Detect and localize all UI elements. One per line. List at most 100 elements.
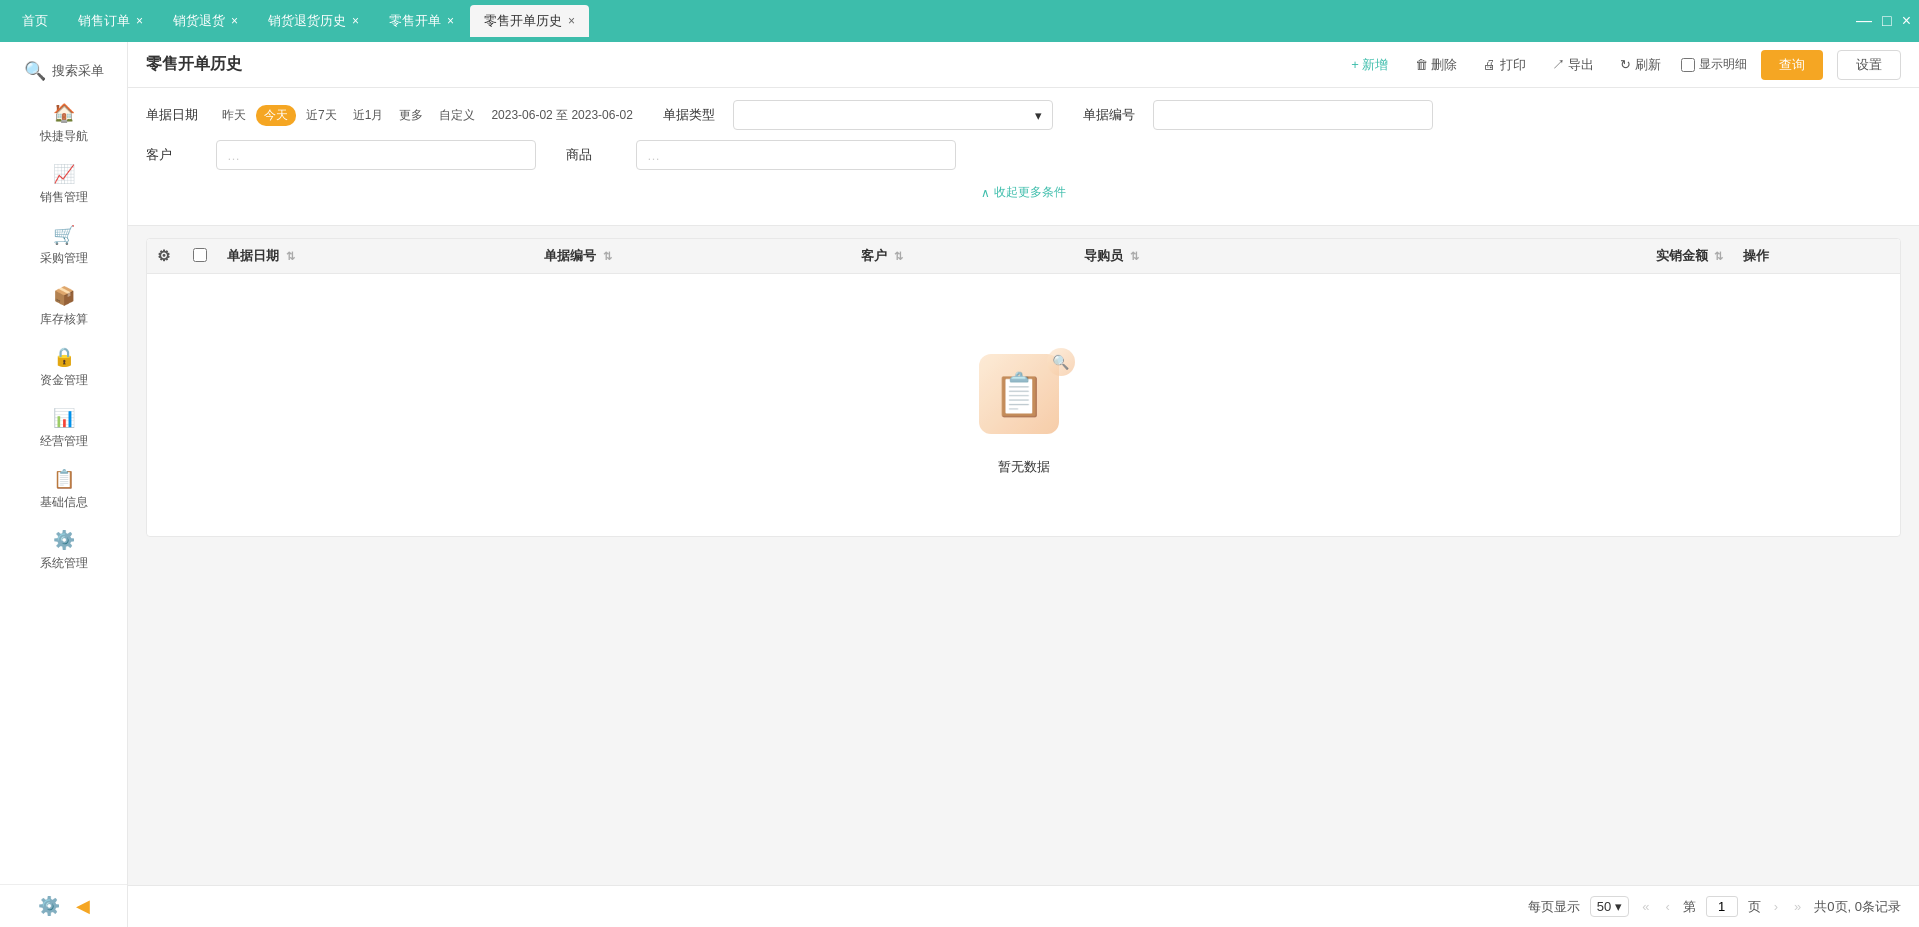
goods-filter-placeholder: … [647, 148, 660, 163]
tab-retail-open-history-close[interactable]: × [568, 15, 575, 27]
window-max-button[interactable]: □ [1882, 13, 1892, 29]
th-order-no-sort[interactable]: ⇅ [603, 250, 612, 262]
operations-icon: 📊 [53, 407, 75, 429]
finance-icon: 🔒 [53, 346, 75, 368]
th-amount-sort[interactable]: ⇅ [1714, 250, 1723, 262]
sidebar-item-sales-mgmt[interactable]: 📈 销售管理 [0, 153, 127, 214]
filter-row-2: 客户 … 商品 … [146, 140, 1901, 170]
date-opt-1month[interactable]: 近1月 [347, 105, 390, 126]
date-opt-more[interactable]: 更多 [393, 105, 429, 126]
export-button[interactable]: ↗ 导出 [1546, 52, 1601, 78]
main-layout: 🔍 搜索采单 🏠 快捷导航 📈 销售管理 🛒 采购管理 📦 库存核算 🔒 资金管… [0, 42, 1919, 927]
sidebar-collapse-btn[interactable]: ◀ [76, 895, 90, 917]
sidebar-search-label: 搜索采单 [52, 62, 104, 80]
page-label: 第 [1683, 898, 1696, 916]
date-opt-yesterday[interactable]: 昨天 [216, 105, 252, 126]
collapse-icon: ∧ [981, 186, 990, 200]
sidebar-item-inventory[interactable]: 📦 库存核算 [0, 275, 127, 336]
empty-icon-badge: 🔍 [1047, 348, 1075, 376]
type-filter-select[interactable]: ▾ [733, 100, 1053, 130]
page-input[interactable] [1706, 896, 1738, 917]
tab-home[interactable]: 首页 [8, 5, 62, 37]
window-close-button[interactable]: × [1902, 13, 1911, 29]
sidebar-quick-nav-label: 快捷导航 [40, 128, 88, 145]
type-filter-chevron: ▾ [1035, 108, 1042, 123]
page-of-label: 页 [1748, 898, 1761, 916]
th-settings: ⚙ [147, 239, 183, 274]
th-spacer [1344, 239, 1416, 274]
purchase-icon: 🛒 [53, 224, 75, 246]
show-detail-checkbox[interactable] [1681, 58, 1695, 72]
sidebar-item-basic-info[interactable]: 📋 基础信息 [0, 458, 127, 519]
next-page-button[interactable]: › [1771, 899, 1781, 914]
sidebar-item-system[interactable]: ⚙️ 系统管理 [0, 519, 127, 580]
tab-retail-open-label: 零售开单 [389, 12, 441, 30]
sidebar-item-quick-nav[interactable]: 🏠 快捷导航 [0, 92, 127, 153]
tab-sales-return[interactable]: 销货退货 × [159, 5, 252, 37]
refresh-button[interactable]: ↻ 刷新 [1614, 52, 1667, 78]
page-header: 零售开单历史 + 新增 🗑 删除 🖨 打印 ↗ 导出 ↻ 刷新 显示明细 查询 … [128, 42, 1919, 88]
tab-sales-return-history-label: 销货退货历史 [268, 12, 346, 30]
settings-button[interactable]: 设置 [1837, 50, 1901, 80]
show-detail-toggle[interactable]: 显示明细 [1681, 56, 1747, 73]
tab-retail-open[interactable]: 零售开单 × [375, 5, 468, 37]
sidebar-purchase-label: 采购管理 [40, 250, 88, 267]
tab-sales-return-label: 销货退货 [173, 12, 225, 30]
th-date-sort[interactable]: ⇅ [286, 250, 295, 262]
first-page-button[interactable]: « [1639, 899, 1652, 914]
last-page-button[interactable]: » [1791, 899, 1804, 914]
order-no-filter-input[interactable] [1153, 100, 1433, 130]
th-checkbox [183, 239, 217, 274]
home-icon: 🏠 [53, 102, 75, 124]
tab-bar: 首页 销售订单 × 销货退货 × 销货退货历史 × 零售开单 × 零售开单历史 … [0, 0, 1919, 42]
customer-filter-input[interactable]: … [216, 140, 536, 170]
date-opt-today[interactable]: 今天 [256, 105, 296, 126]
tab-retail-open-history-label: 零售开单历史 [484, 12, 562, 30]
sidebar-settings-btn[interactable]: ⚙️ [38, 895, 60, 917]
tab-sales-return-close[interactable]: × [231, 15, 238, 27]
sidebar-item-search[interactable]: 🔍 搜索采单 [0, 50, 127, 92]
sidebar-finance-label: 资金管理 [40, 372, 88, 389]
goods-filter-label: 商品 [566, 146, 622, 164]
tab-sales-order-label: 销售订单 [78, 12, 130, 30]
th-guide-sort[interactable]: ⇅ [1130, 250, 1139, 262]
basic-info-icon: 📋 [53, 468, 75, 490]
date-filter-label: 单据日期 [146, 106, 202, 124]
per-page-label: 每页显示 [1528, 898, 1580, 916]
filter-row-1: 单据日期 昨天 今天 近7天 近1月 更多 自定义 2023-06-02 至 2… [146, 100, 1901, 130]
select-all-checkbox[interactable] [193, 248, 207, 262]
sales-icon: 📈 [53, 163, 75, 185]
tab-sales-order[interactable]: 销售订单 × [64, 5, 157, 37]
table-settings-icon[interactable]: ⚙ [157, 247, 170, 264]
th-customer: 客户 ⇅ [851, 239, 1074, 274]
sidebar-item-purchase-mgmt[interactable]: 🛒 采购管理 [0, 214, 127, 275]
tab-home-label: 首页 [22, 12, 48, 30]
prev-page-button[interactable]: ‹ [1662, 899, 1672, 914]
date-opt-7days[interactable]: 近7天 [300, 105, 343, 126]
th-guide: 导购员 ⇅ [1074, 239, 1344, 274]
tab-sales-order-close[interactable]: × [136, 15, 143, 27]
window-controls: — □ × [1856, 13, 1911, 29]
tab-sales-return-history[interactable]: 销货退货历史 × [254, 5, 373, 37]
system-icon: ⚙️ [53, 529, 75, 551]
sidebar-item-finance[interactable]: 🔒 资金管理 [0, 336, 127, 397]
print-button[interactable]: 🖨 打印 [1477, 52, 1532, 78]
filter-collapse-row: ∧ 收起更多条件 [146, 180, 1901, 205]
sidebar-inventory-label: 库存核算 [40, 311, 88, 328]
sidebar-item-operations[interactable]: 📊 经营管理 [0, 397, 127, 458]
delete-button[interactable]: 🗑 删除 [1409, 52, 1464, 78]
th-customer-sort[interactable]: ⇅ [894, 250, 903, 262]
tab-retail-open-close[interactable]: × [447, 15, 454, 27]
tab-sales-return-history-close[interactable]: × [352, 15, 359, 27]
total-info: 共0页, 0条记录 [1814, 898, 1901, 916]
sidebar-operations-label: 经营管理 [40, 433, 88, 450]
collapse-button[interactable]: ∧ 收起更多条件 [969, 180, 1078, 205]
tab-retail-open-history[interactable]: 零售开单历史 × [470, 5, 589, 37]
query-button[interactable]: 查询 [1761, 50, 1823, 80]
date-opt-custom[interactable]: 自定义 [433, 105, 481, 126]
goods-filter-input[interactable]: … [636, 140, 956, 170]
window-min-button[interactable]: — [1856, 13, 1872, 29]
add-button[interactable]: + 新增 [1345, 52, 1394, 78]
per-page-select[interactable]: 50 ▾ [1590, 896, 1629, 917]
table-area: ⚙ 单据日期 ⇅ 单据编号 ⇅ [128, 226, 1919, 885]
